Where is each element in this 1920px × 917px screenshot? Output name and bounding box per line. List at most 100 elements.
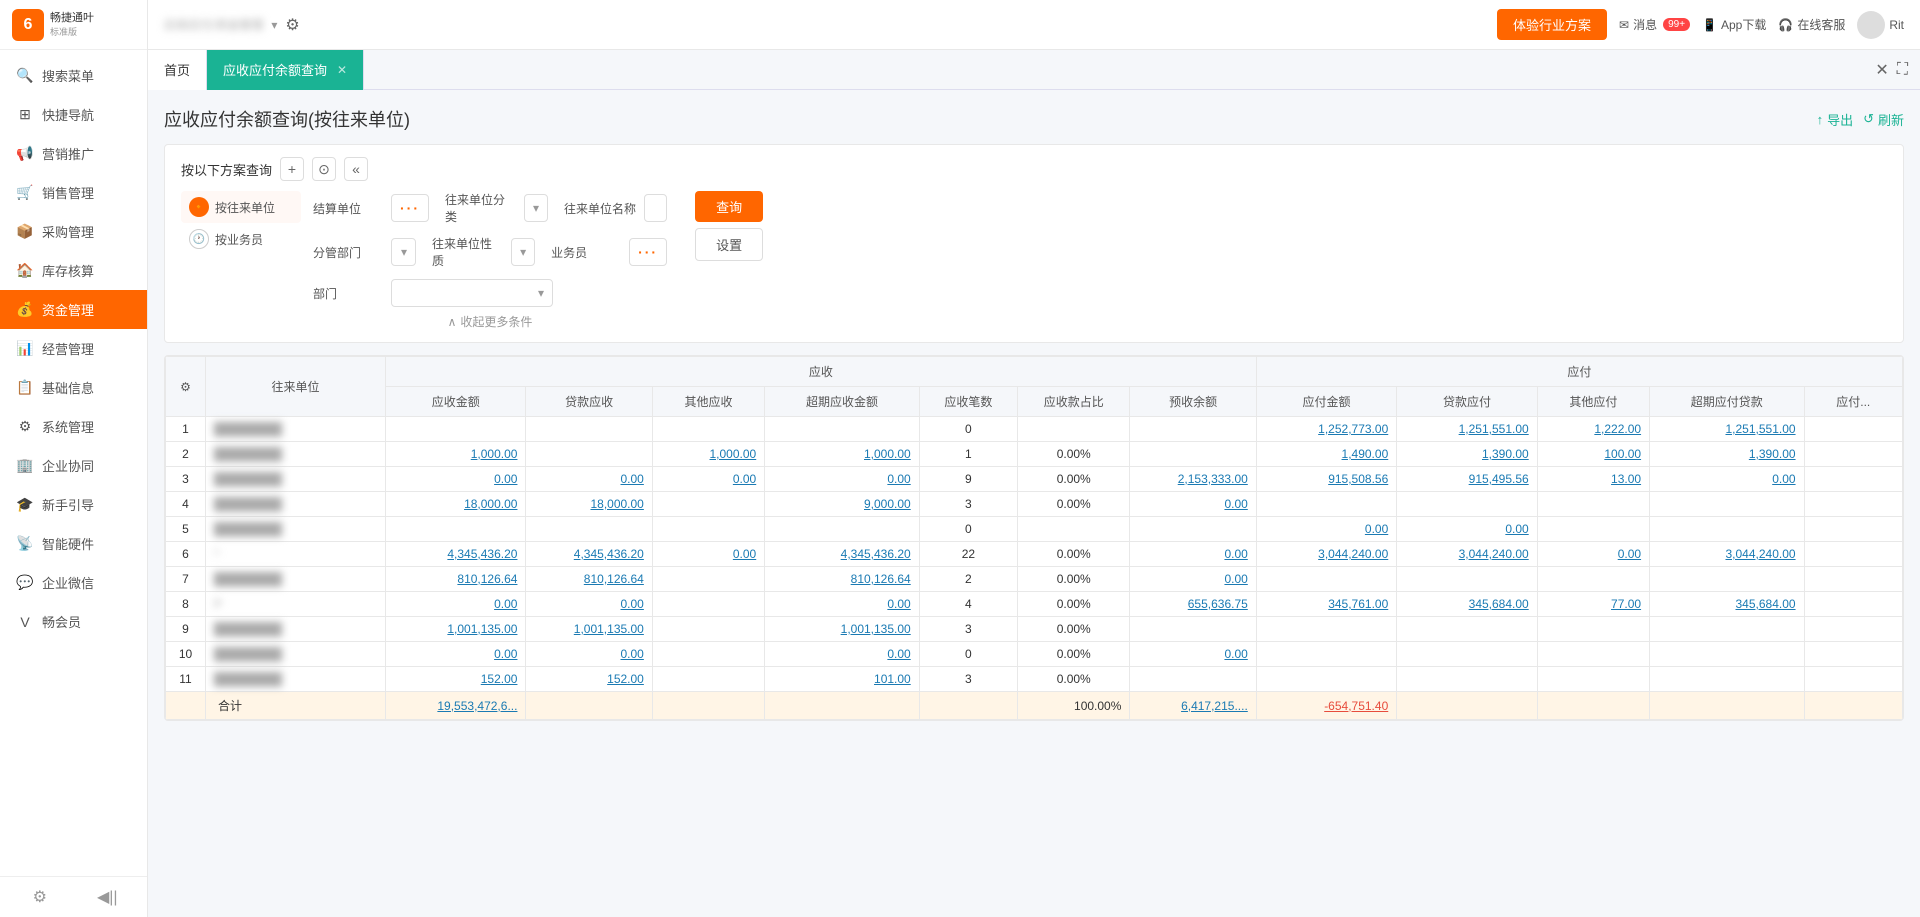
- logo-icon: 6: [12, 9, 44, 41]
- col-ap-more-header: 应付...: [1804, 387, 1902, 417]
- tab-ar-ap-label: 应收应付余额查询: [223, 60, 327, 79]
- breadcrumb: 应收应付/资金管理: [164, 16, 263, 33]
- sidebar-item-shortcut[interactable]: ⊞ 快捷导航: [0, 95, 147, 134]
- sidebar-settings-btn[interactable]: ⚙: [10, 887, 70, 907]
- tab-close-icon[interactable]: ✕: [337, 63, 347, 77]
- col-partner-header: 往来单位: [206, 357, 386, 417]
- query-button[interactable]: 查询: [695, 191, 763, 222]
- total-ar-amount[interactable]: 19,553,472,6...: [386, 692, 526, 720]
- tab-ar-ap[interactable]: 应收应付余额查询 ✕: [207, 50, 364, 90]
- col-ar-ratio-header: 应收款占比: [1018, 387, 1130, 417]
- tab-close-window-icon[interactable]: ✕: [1875, 60, 1888, 80]
- app-badge: 标准版: [50, 25, 94, 38]
- sidebar-bottom: ⚙ ◀||: [0, 876, 147, 917]
- department-select[interactable]: ▾: [391, 279, 553, 307]
- table-row: 2████████1,000.001,000.001,000.0010.00%1…: [166, 442, 1903, 467]
- sidebar-item-sales[interactable]: 🛒 销售管理: [0, 173, 147, 212]
- sidebar-item-guide[interactable]: 🎓 新手引导: [0, 485, 147, 524]
- table-scroll-container[interactable]: ⚙ 往来单位 应收 应付 应收金额 贷款应收 其他应收 超期应收金额 应收笔数: [165, 356, 1903, 720]
- sales-icon: 🛒: [16, 184, 34, 201]
- sidebar-item-operation[interactable]: 📊 经营管理: [0, 329, 147, 368]
- page-title: 应收应付余额查询(按往来单位): [164, 106, 410, 132]
- filter-target-btn[interactable]: ⊙: [312, 157, 336, 181]
- sidebar-item-collab[interactable]: 🏢 企业协同: [0, 446, 147, 485]
- collapse-bar[interactable]: ∧ 收起更多条件: [313, 313, 667, 330]
- table-row: 7████████810,126.64810,126.64810,126.642…: [166, 567, 1903, 592]
- total-ap-amount[interactable]: -654,751.40: [1256, 692, 1396, 720]
- tab-home[interactable]: 首页: [148, 50, 207, 90]
- col-settings-header[interactable]: ⚙: [166, 357, 206, 417]
- col-group-ar-header: 应收: [386, 357, 1257, 387]
- partner-cell: ████████: [206, 417, 386, 442]
- partner-cell: ^: [206, 542, 386, 567]
- table-row: 11████████152.00152.00101.0030.00%: [166, 667, 1903, 692]
- messages-btn[interactable]: ✉ 消息 99+: [1619, 16, 1690, 33]
- refresh-button[interactable]: ↺ 刷新: [1863, 110, 1904, 129]
- table-row: 9████████1,001,135.001,001,135.001,001,1…: [166, 617, 1903, 642]
- sidebar-item-smart[interactable]: 📡 智能硬件: [0, 524, 147, 563]
- filter-nav-by-salesperson[interactable]: 🕐 按业务员: [181, 223, 301, 255]
- chevron-down-icon[interactable]: ▾: [271, 18, 277, 32]
- table-row: 1████████01,252,773.001,251,551.001,222.…: [166, 417, 1903, 442]
- avatar: [1857, 11, 1885, 39]
- sidebar-item-system[interactable]: ⚙ 系统管理: [0, 407, 147, 446]
- user-info-btn[interactable]: Rit: [1857, 11, 1904, 39]
- industry-solution-button[interactable]: 体验行业方案: [1497, 9, 1607, 40]
- filter-with-nav: 🔸 按往来单位 🕐 按业务员: [181, 191, 1887, 330]
- download-icon: 📱: [1702, 18, 1717, 32]
- sidebar-item-marketing[interactable]: 📢 营销推广: [0, 134, 147, 173]
- partner-cell: ████████: [206, 492, 386, 517]
- filter-partner-category: 往来单位分类 ▾: [445, 191, 548, 225]
- filter-collapse-btn[interactable]: «: [344, 157, 368, 181]
- total-row: 合计 19,553,472,6... 100.00% 6,417,215....…: [166, 692, 1903, 720]
- partner-cell: ████████: [206, 667, 386, 692]
- sidebar-item-wechat[interactable]: 💬 企业微信: [0, 563, 147, 602]
- total-ar-ratio: 100.00%: [1018, 692, 1130, 720]
- wechat-icon: 💬: [16, 574, 34, 591]
- salesperson-input[interactable]: ···: [629, 238, 667, 266]
- basic-icon: 📋: [16, 379, 34, 396]
- breadcrumb-area: 应收应付/资金管理 ▾ ⚙: [164, 15, 1485, 35]
- vip-icon: V: [16, 614, 34, 630]
- page-content: 应收应付余额查询(按往来单位) ↑ 导出 ↺ 刷新 按以下方案查询 +: [148, 90, 1920, 917]
- online-service-btn[interactable]: 🎧 在线客服: [1778, 16, 1845, 33]
- export-button[interactable]: ↑ 导出: [1817, 110, 1854, 129]
- data-table-container: ⚙ 往来单位 应收 应付 应收金额 贷款应收 其他应收 超期应收金额 应收笔数: [164, 355, 1904, 721]
- sidebar-item-basic[interactable]: 📋 基础信息: [0, 368, 147, 407]
- sidebar-item-finance[interactable]: 💰 资金管理: [0, 290, 147, 329]
- filter-rows: 结算单位 ··· 往来单位分类: [313, 191, 667, 307]
- total-ar-count: [919, 692, 1017, 720]
- app-download-btn[interactable]: 📱 App下载: [1702, 16, 1766, 33]
- filter-row-3: 部门 ▾: [313, 279, 667, 307]
- partner-name-label: 往来单位名称: [564, 200, 636, 217]
- total-settings-cell: [166, 692, 206, 720]
- partner-category-select[interactable]: ▾: [524, 194, 548, 222]
- guide-icon: 🎓: [16, 496, 34, 513]
- sidebar-item-search[interactable]: 🔍 搜索菜单: [0, 56, 147, 95]
- tab-expand-icon[interactable]: ⛶: [1897, 61, 1908, 79]
- search-icon: 🔍: [16, 67, 34, 84]
- filter-add-btn[interactable]: +: [280, 157, 304, 181]
- filter-nav-by-partner[interactable]: 🔸 按往来单位: [181, 191, 301, 223]
- filter-toolbar: 按以下方案查询 + ⊙ «: [181, 157, 1887, 181]
- col-ap-other-header: 其他应付: [1537, 387, 1649, 417]
- partner-nature-select[interactable]: ▾: [511, 238, 535, 266]
- settings-button[interactable]: 设置: [695, 228, 763, 261]
- sidebar-item-inventory[interactable]: 🏠 库存核算: [0, 251, 147, 290]
- dept-select[interactable]: ▾: [391, 238, 416, 266]
- filter-label: 按以下方案查询: [181, 160, 272, 179]
- col-ar-count-header: 应收笔数: [919, 387, 1017, 417]
- chevron-down-icon-2: ▾: [401, 245, 407, 259]
- main-content: 应收应付/资金管理 ▾ ⚙ 体验行业方案 ✉ 消息 99+ 📱 App下载 🎧 …: [148, 0, 1920, 917]
- sidebar-item-vip[interactable]: V 畅会员: [0, 602, 147, 641]
- sidebar-menu: 🔍 搜索菜单 ⊞ 快捷导航 📢 营销推广 🛒 销售管理 📦 采购管理 🏠: [0, 50, 147, 876]
- settlement-unit-input[interactable]: ···: [391, 194, 429, 222]
- sidebar-collapse-btn[interactable]: ◀||: [78, 887, 138, 907]
- partner-name-input[interactable]: [644, 194, 667, 222]
- header-settings-icon[interactable]: ⚙: [285, 15, 299, 35]
- total-ar-overdue: [765, 692, 920, 720]
- sidebar-item-purchase[interactable]: 📦 采购管理: [0, 212, 147, 251]
- filter-partner-name: 往来单位名称: [564, 194, 667, 222]
- filter-row-1: 结算单位 ··· 往来单位分类: [313, 191, 667, 225]
- total-prepay[interactable]: 6,417,215....: [1130, 692, 1256, 720]
